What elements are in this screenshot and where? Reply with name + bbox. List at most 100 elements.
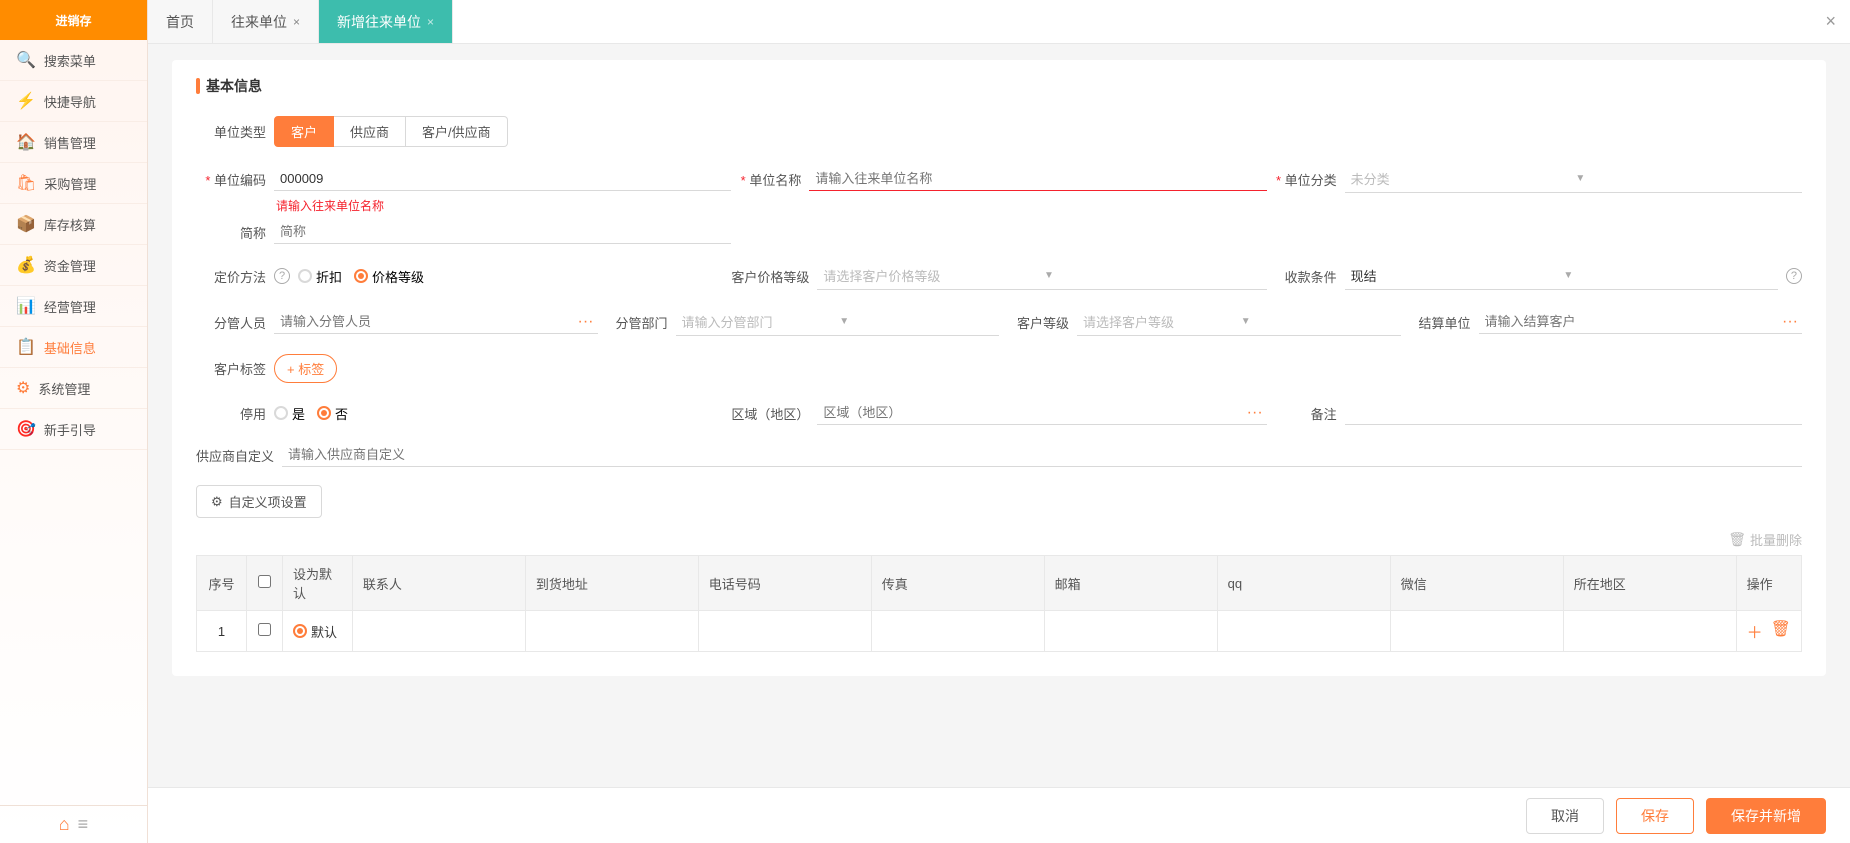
row-contact[interactable] bbox=[352, 611, 525, 652]
row-region-cell[interactable] bbox=[1563, 611, 1736, 652]
row-fax[interactable] bbox=[871, 611, 1044, 652]
supplier-custom-input[interactable] bbox=[282, 443, 1802, 467]
sidebar-home-icon[interactable]: ⌂ bbox=[59, 814, 70, 835]
type-btn-customer[interactable]: 客户 bbox=[274, 116, 334, 147]
pricing-radio-group: 折扣 价格等级 bbox=[298, 267, 424, 286]
unit-name-error: 请输入往来单位名称 bbox=[276, 197, 1802, 214]
notes-input[interactable] bbox=[1345, 401, 1802, 425]
payment-terms-select[interactable]: 现结 ▼ bbox=[1345, 262, 1778, 290]
sidebar-item-system[interactable]: ⚙ 系统管理 bbox=[0, 368, 147, 409]
sidebar-item-label: 库存核算 bbox=[44, 215, 96, 234]
radio-price-level-label: 价格等级 bbox=[372, 267, 424, 286]
sidebar-item-label: 基础信息 bbox=[44, 338, 96, 357]
customer-level-arrow: ▼ bbox=[1241, 316, 1395, 327]
row-address-input[interactable] bbox=[536, 624, 688, 639]
sidebar-item-label: 经营管理 bbox=[44, 297, 96, 316]
payment-terms-value: 现结 bbox=[1351, 266, 1560, 285]
col-wechat: 微信 bbox=[1390, 556, 1563, 611]
sidebar-item-finance[interactable]: 💰 资金管理 bbox=[0, 245, 147, 286]
section-title: 基本信息 bbox=[196, 76, 1802, 96]
tab-new-partner[interactable]: 新增往来单位 × bbox=[319, 0, 453, 43]
manager-input[interactable] bbox=[274, 310, 574, 333]
tab-partners-close[interactable]: × bbox=[293, 15, 300, 29]
row-email-input[interactable] bbox=[1055, 624, 1207, 639]
type-btn-both[interactable]: 客户/供应商 bbox=[406, 116, 508, 147]
type-btn-supplier[interactable]: 供应商 bbox=[334, 116, 406, 147]
col-actions: 操作 bbox=[1736, 556, 1801, 611]
sidebar-item-inventory[interactable]: 📦 库存核算 bbox=[0, 204, 147, 245]
settlement-unit-input[interactable] bbox=[1479, 310, 1779, 333]
sidebar-item-label: 快捷导航 bbox=[44, 92, 96, 111]
tab-new-partner-close[interactable]: × bbox=[427, 15, 434, 29]
row-qq[interactable] bbox=[1217, 611, 1390, 652]
row-fax-input[interactable] bbox=[882, 624, 1034, 639]
row-delete-icon[interactable]: 🗑 bbox=[1771, 619, 1791, 643]
payment-terms-field: 收款条件 现结 ▼ ? bbox=[1267, 262, 1802, 290]
row-region-input[interactable] bbox=[1574, 624, 1726, 639]
row-default-radio[interactable]: 默认 bbox=[293, 622, 342, 641]
settlement-unit-field: 结算单位 ··· bbox=[1401, 310, 1803, 334]
basic-icon: 📋 bbox=[16, 337, 36, 357]
row-qq-input[interactable] bbox=[1228, 624, 1380, 639]
tab-partners[interactable]: 往来单位 × bbox=[213, 0, 319, 43]
sidebar-item-basic[interactable]: 📋 基础信息 bbox=[0, 327, 147, 368]
region-input-container: ··· bbox=[817, 401, 1266, 425]
radio-discount[interactable]: 折扣 bbox=[298, 267, 342, 286]
save-new-button[interactable]: 保存并新增 bbox=[1706, 798, 1826, 834]
tab-bar: 首页 往来单位 × 新增往来单位 × × bbox=[148, 0, 1850, 44]
radio-no[interactable]: 否 bbox=[317, 404, 348, 423]
radio-yes[interactable]: 是 bbox=[274, 404, 305, 423]
section-title-text: 基本信息 bbox=[206, 76, 262, 96]
short-name-field: 简称 bbox=[196, 220, 731, 244]
row-wechat[interactable] bbox=[1390, 611, 1563, 652]
region-input[interactable] bbox=[817, 401, 1242, 424]
inventory-icon: 📦 bbox=[16, 214, 36, 234]
sidebar-item-search[interactable]: 🔍 搜索菜单 bbox=[0, 40, 147, 81]
row-email[interactable] bbox=[1044, 611, 1217, 652]
custom-settings-button[interactable]: ⚙ 自定义项设置 bbox=[196, 485, 322, 518]
sidebar-item-operations[interactable]: 📊 经营管理 bbox=[0, 286, 147, 327]
manager-ellipsis[interactable]: ··· bbox=[574, 313, 598, 331]
region-ellipsis[interactable]: ··· bbox=[1243, 404, 1267, 422]
cancel-button[interactable]: 取消 bbox=[1526, 798, 1604, 834]
department-label: 分管部门 bbox=[598, 313, 668, 332]
batch-delete-label[interactable]: 批量删除 bbox=[1750, 530, 1802, 549]
tab-home[interactable]: 首页 bbox=[148, 0, 213, 43]
settlement-unit-label: 结算单位 bbox=[1401, 313, 1471, 332]
radio-price-level[interactable]: 价格等级 bbox=[354, 267, 424, 286]
unit-category-value: 未分类 bbox=[1351, 169, 1572, 188]
customer-level-select[interactable]: 请选择客户等级 ▼ bbox=[1077, 308, 1401, 336]
radio-yes-circle bbox=[274, 406, 288, 420]
sidebar-item-purchase[interactable]: 🛍 采购管理 bbox=[0, 163, 147, 204]
sidebar-expand-icon[interactable]: ≡ bbox=[78, 814, 89, 835]
select-all-checkbox[interactable] bbox=[258, 575, 271, 588]
unit-name-input[interactable] bbox=[809, 167, 1266, 191]
unit-category-select[interactable]: 未分类 ▼ bbox=[1345, 165, 1802, 193]
row-phone-input[interactable] bbox=[709, 624, 861, 639]
sidebar-item-sales[interactable]: 🏠 销售管理 bbox=[0, 122, 147, 163]
row-checkbox[interactable] bbox=[258, 623, 271, 636]
help-icon[interactable]: ? bbox=[274, 268, 290, 284]
unit-type-row: 单位类型 客户 供应商 客户/供应商 bbox=[196, 116, 1802, 147]
payment-terms-help[interactable]: ? bbox=[1786, 268, 1802, 284]
row-address[interactable] bbox=[525, 611, 698, 652]
basic-info-section: 基本信息 单位类型 客户 供应商 客户/供应商 单位编码 bbox=[172, 60, 1826, 676]
title-bar-decoration bbox=[196, 78, 200, 94]
settlement-unit-ellipsis[interactable]: ··· bbox=[1778, 313, 1802, 331]
row-wechat-input[interactable] bbox=[1401, 624, 1553, 639]
row-default-radio-circle bbox=[293, 624, 307, 638]
short-name-input[interactable] bbox=[274, 220, 731, 244]
unit-category-arrow: ▼ bbox=[1575, 173, 1796, 184]
department-select[interactable]: 请输入分管部门 ▼ bbox=[676, 308, 1000, 336]
sidebar-item-quick[interactable]: ⚡ 快捷导航 bbox=[0, 81, 147, 122]
unit-code-input[interactable] bbox=[274, 167, 731, 191]
search-icon: 🔍 bbox=[16, 50, 36, 70]
row-contact-input[interactable] bbox=[363, 624, 515, 639]
customer-price-level-select[interactable]: 请选择客户价格等级 ▼ bbox=[817, 262, 1266, 290]
row-phone[interactable] bbox=[698, 611, 871, 652]
add-tag-button[interactable]: + 标签 bbox=[274, 354, 337, 383]
sidebar-item-guide[interactable]: 🎯 新手引导 bbox=[0, 409, 147, 450]
row-add-icon[interactable]: ＋ bbox=[1747, 619, 1763, 643]
close-all-tabs[interactable]: × bbox=[1811, 0, 1850, 43]
save-button[interactable]: 保存 bbox=[1616, 798, 1694, 834]
